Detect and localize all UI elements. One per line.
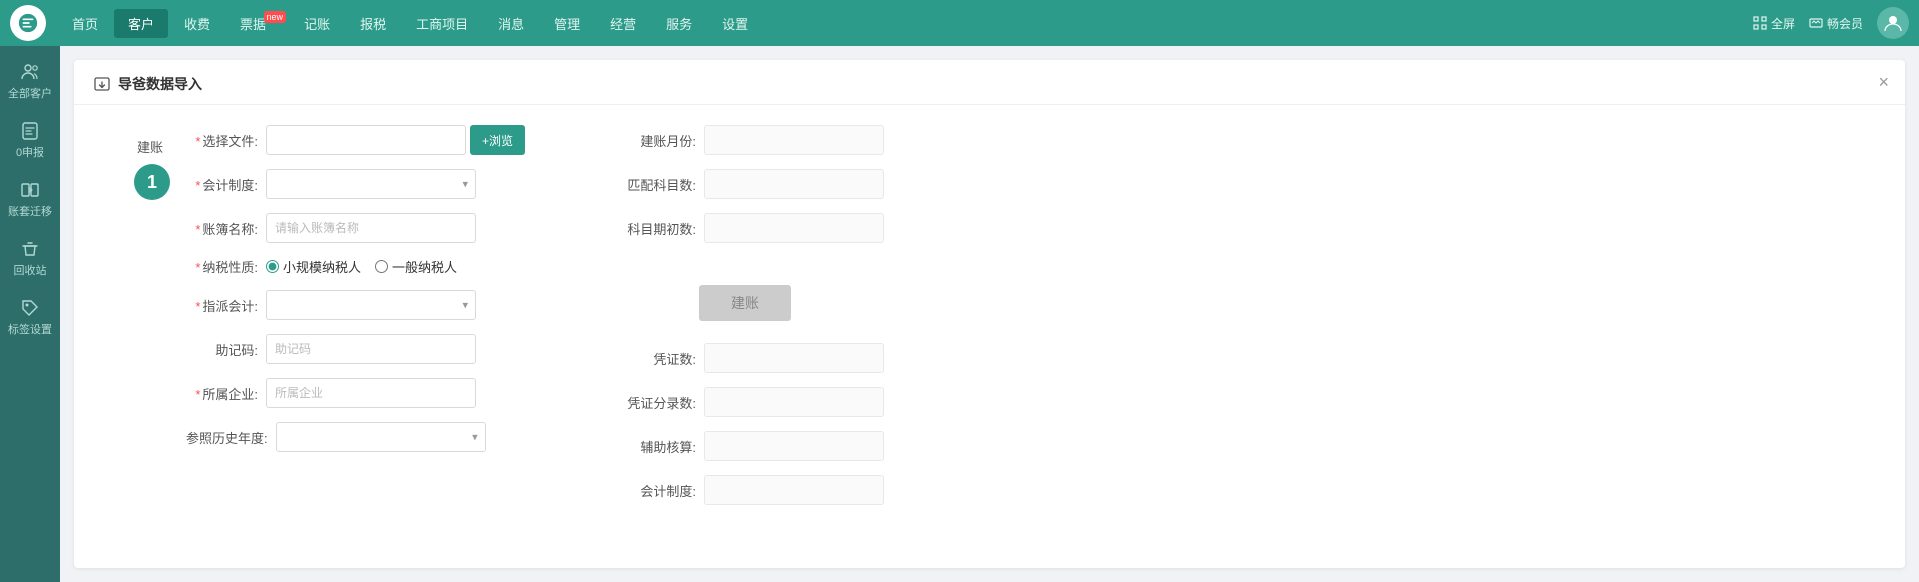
nav-item-manage[interactable]: 管理 [540, 9, 594, 38]
sidebar-item-tag[interactable]: 标签设置 [0, 290, 60, 345]
sidebar-item-migrate[interactable]: 账套迁移 [0, 172, 60, 227]
right-value-1 [704, 169, 884, 199]
right-value-2 [704, 213, 884, 243]
nav-item-invoice[interactable]: 票据 new [226, 9, 288, 38]
accounting-select-wrapper [266, 169, 476, 199]
nav-item-service[interactable]: 服务 [652, 9, 706, 38]
right-field-5: 辅助核算: [606, 431, 884, 461]
owner-input[interactable] [266, 378, 476, 408]
history-row: 参照历史年度: [186, 422, 566, 452]
logo [10, 5, 46, 41]
right-field-3: 凭证数: [606, 343, 884, 373]
form-right: 建账月份: 匹配科目数: 科目期初数: 建账 [606, 125, 884, 505]
tax-label: *纳税性质: [186, 257, 258, 276]
nav-item-customer[interactable]: 客户 [114, 9, 168, 38]
assign-label: *指派会计: [186, 296, 258, 315]
accounting-label: *会计制度: [186, 175, 258, 194]
memo-label: 助记码: [186, 340, 258, 359]
history-label: 参照历史年度: [186, 428, 268, 447]
accounting-select[interactable] [266, 169, 476, 199]
file-label: *选择文件: [186, 131, 258, 150]
file-input-group: +浏览 [266, 125, 525, 155]
memo-row: 助记码: [186, 334, 566, 364]
card-title: 导爸数据导入 [118, 74, 202, 94]
form-left: 建账 1 *选择文件: +浏览 [134, 125, 566, 505]
right-label-1: 匹配科目数: [606, 175, 696, 194]
right-value-0 [704, 125, 884, 155]
top-nav: 首页 客户 收费 票据 new 记账 报税 工商项目 消息 管理 经营 服务 设… [0, 0, 1919, 46]
owner-label: *所属企业: [186, 384, 258, 403]
import-icon [94, 76, 110, 92]
right-field-4: 凭证分录数: [606, 387, 884, 417]
sidebar: 全部客户 0申报 账套迁移 回收站 标签设置 [0, 46, 60, 582]
assign-row: *指派会计: [186, 290, 566, 320]
nav-item-operation[interactable]: 经营 [596, 9, 650, 38]
ledger-input[interactable] [266, 213, 476, 243]
tax-general-radio[interactable]: 一般纳税人 [375, 257, 457, 276]
memo-input[interactable] [266, 334, 476, 364]
accounting-row: *会计制度: [186, 169, 566, 199]
step-label: 建账 [137, 137, 163, 156]
right-value-4 [704, 387, 884, 417]
main-content: 导爸数据导入 × 建账 1 *选择文件: [60, 46, 1919, 582]
card-header: 导爸数据导入 [74, 60, 1905, 105]
assign-select[interactable] [266, 290, 476, 320]
tax-radio-group: 小规模纳税人 一般纳税人 [266, 257, 457, 276]
file-input[interactable] [266, 125, 466, 155]
form-fields: *选择文件: +浏览 *会计制度: [186, 125, 566, 452]
step-circle: 1 [134, 164, 170, 200]
file-row: *选择文件: +浏览 [186, 125, 566, 155]
right-label-5: 辅助核算: [606, 437, 696, 456]
right-value-6 [704, 475, 884, 505]
tax-row: *纳税性质: 小规模纳税人 一般纳税人 [186, 257, 566, 276]
sidebar-item-all-customers[interactable]: 全部客户 [0, 54, 60, 109]
owner-row: *所属企业: [186, 378, 566, 408]
build-button[interactable]: 建账 [699, 285, 791, 321]
right-value-3 [704, 343, 884, 373]
right-fields-section: 建账月份: 匹配科目数: 科目期初数: [606, 125, 884, 243]
nav-items: 首页 客户 收费 票据 new 记账 报税 工商项目 消息 管理 经营 服务 设… [58, 9, 1753, 38]
right-label-0: 建账月份: [606, 131, 696, 150]
right-field-2: 科目期初数: [606, 213, 884, 243]
nav-item-home[interactable]: 首页 [58, 9, 112, 38]
history-select-wrapper [276, 422, 486, 452]
layout: 全部客户 0申报 账套迁移 回收站 标签设置 导爸数据导入 [0, 46, 1919, 582]
right-label-3: 凭证数: [606, 349, 696, 368]
assign-select-wrapper [266, 290, 476, 320]
sidebar-item-zero-report[interactable]: 0申报 [0, 113, 60, 168]
nav-item-bookkeeping[interactable]: 记账 [290, 9, 344, 38]
history-select[interactable] [276, 422, 486, 452]
right-label-4: 凭证分录数: [606, 393, 696, 412]
nav-item-business[interactable]: 工商项目 [402, 9, 482, 38]
browse-button[interactable]: +浏览 [470, 125, 525, 155]
import-card: 导爸数据导入 × 建账 1 *选择文件: [74, 60, 1905, 568]
avatar[interactable] [1877, 7, 1909, 39]
right-field-6: 会计制度: [606, 475, 884, 505]
form-area: 建账 1 *选择文件: +浏览 [74, 105, 1905, 525]
vip-button[interactable]: 畅会员 [1809, 15, 1863, 32]
nav-item-tax[interactable]: 报税 [346, 9, 400, 38]
right-label-2: 科目期初数: [606, 219, 696, 238]
right-field-0: 建账月份: [606, 125, 884, 155]
right-fields-section-2: 凭证数: 凭证分录数: 辅助核算: 会计制度: [606, 343, 884, 505]
fullscreen-button[interactable]: 全屏 [1753, 15, 1795, 32]
close-button[interactable]: × [1878, 72, 1889, 93]
nav-item-settings[interactable]: 设置 [708, 9, 762, 38]
sidebar-item-trash[interactable]: 回收站 [0, 231, 60, 286]
ledger-row: *账簿名称: [186, 213, 566, 243]
new-badge: new [264, 11, 287, 24]
right-field-1: 匹配科目数: [606, 169, 884, 199]
nav-item-message[interactable]: 消息 [484, 9, 538, 38]
right-label-6: 会计制度: [606, 481, 696, 500]
ledger-label: *账簿名称: [186, 219, 258, 238]
nav-right: 全屏 畅会员 [1753, 7, 1909, 39]
nav-item-fee[interactable]: 收费 [170, 9, 224, 38]
tax-small-radio[interactable]: 小规模纳税人 [266, 257, 361, 276]
right-value-5 [704, 431, 884, 461]
